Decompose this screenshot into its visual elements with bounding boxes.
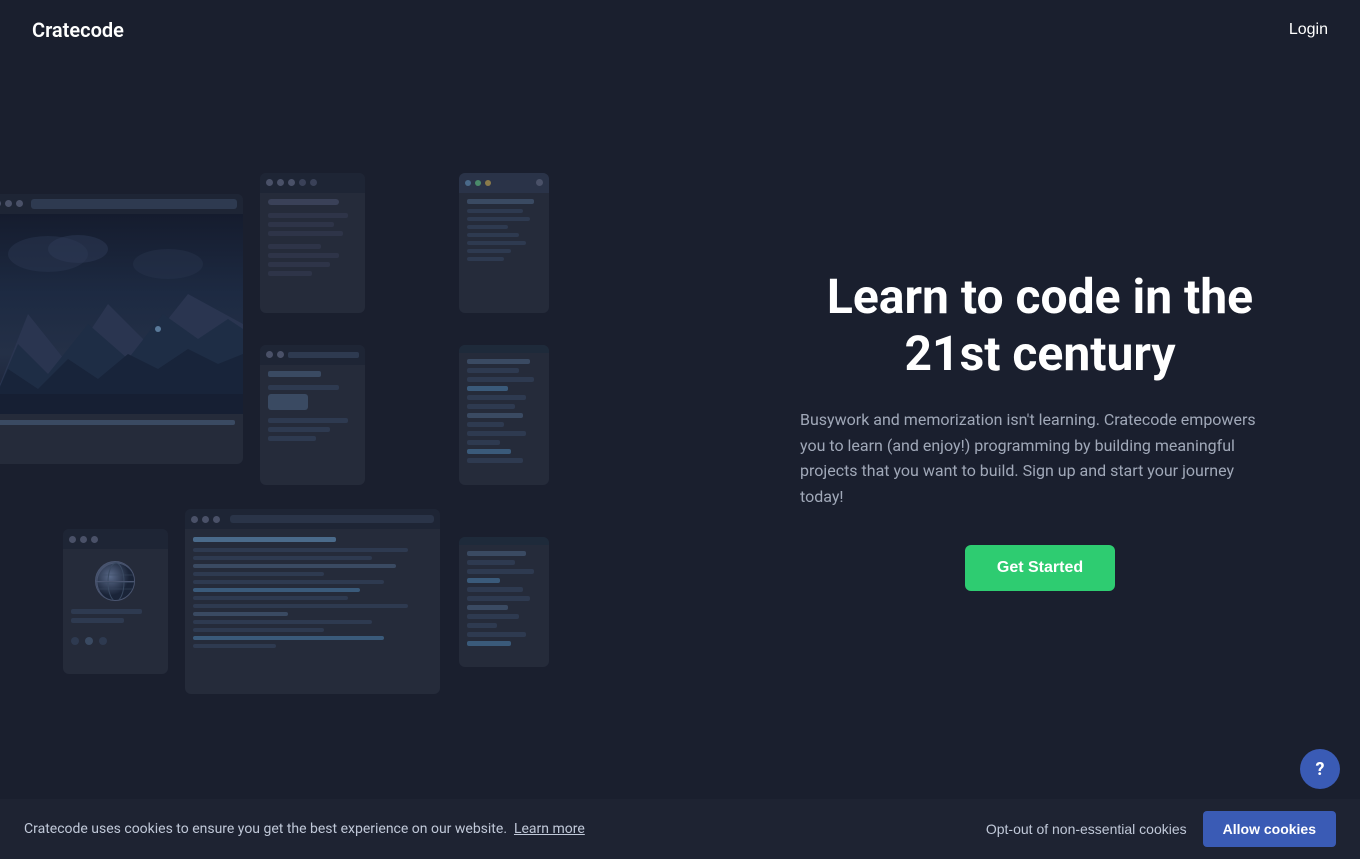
cookie-learn-more-link[interactable]: Learn more [514,821,585,837]
mockup-card-6 [459,537,549,667]
cookie-optout-button[interactable]: Opt-out of non-essential cookies [986,821,1187,837]
hero-section: Learn to code in the 21st century Busywo… [700,268,1300,592]
get-started-button[interactable]: Get Started [965,545,1115,591]
cookie-allow-button[interactable]: Allow cookies [1203,811,1336,847]
help-icon: ? [1316,759,1325,780]
mockup-card-large-1 [0,194,243,464]
help-button[interactable]: ? [1300,749,1340,789]
hero-description: Busywork and memorization isn't learning… [800,407,1280,509]
cookie-message: Cratecode uses cookies to ensure you get… [24,821,970,837]
mockup-card-2 [260,345,365,485]
main-content: Learn to code in the 21st century Busywo… [0,60,1360,799]
navbar: Cratecode Login [0,0,1360,60]
login-button[interactable]: Login [1289,21,1328,39]
mockup-card-5 [63,529,168,674]
mockup-card-3 [459,173,549,313]
mockup-card-large-2 [185,509,440,694]
mockups-grid [60,163,700,697]
mockup-card-4 [459,345,549,485]
cookie-banner: Cratecode uses cookies to ensure you get… [0,799,1360,859]
site-logo[interactable]: Cratecode [32,18,124,42]
hero-title: Learn to code in the 21st century [780,268,1300,383]
globe-icon [95,561,135,601]
mockup-card-1 [260,173,365,313]
